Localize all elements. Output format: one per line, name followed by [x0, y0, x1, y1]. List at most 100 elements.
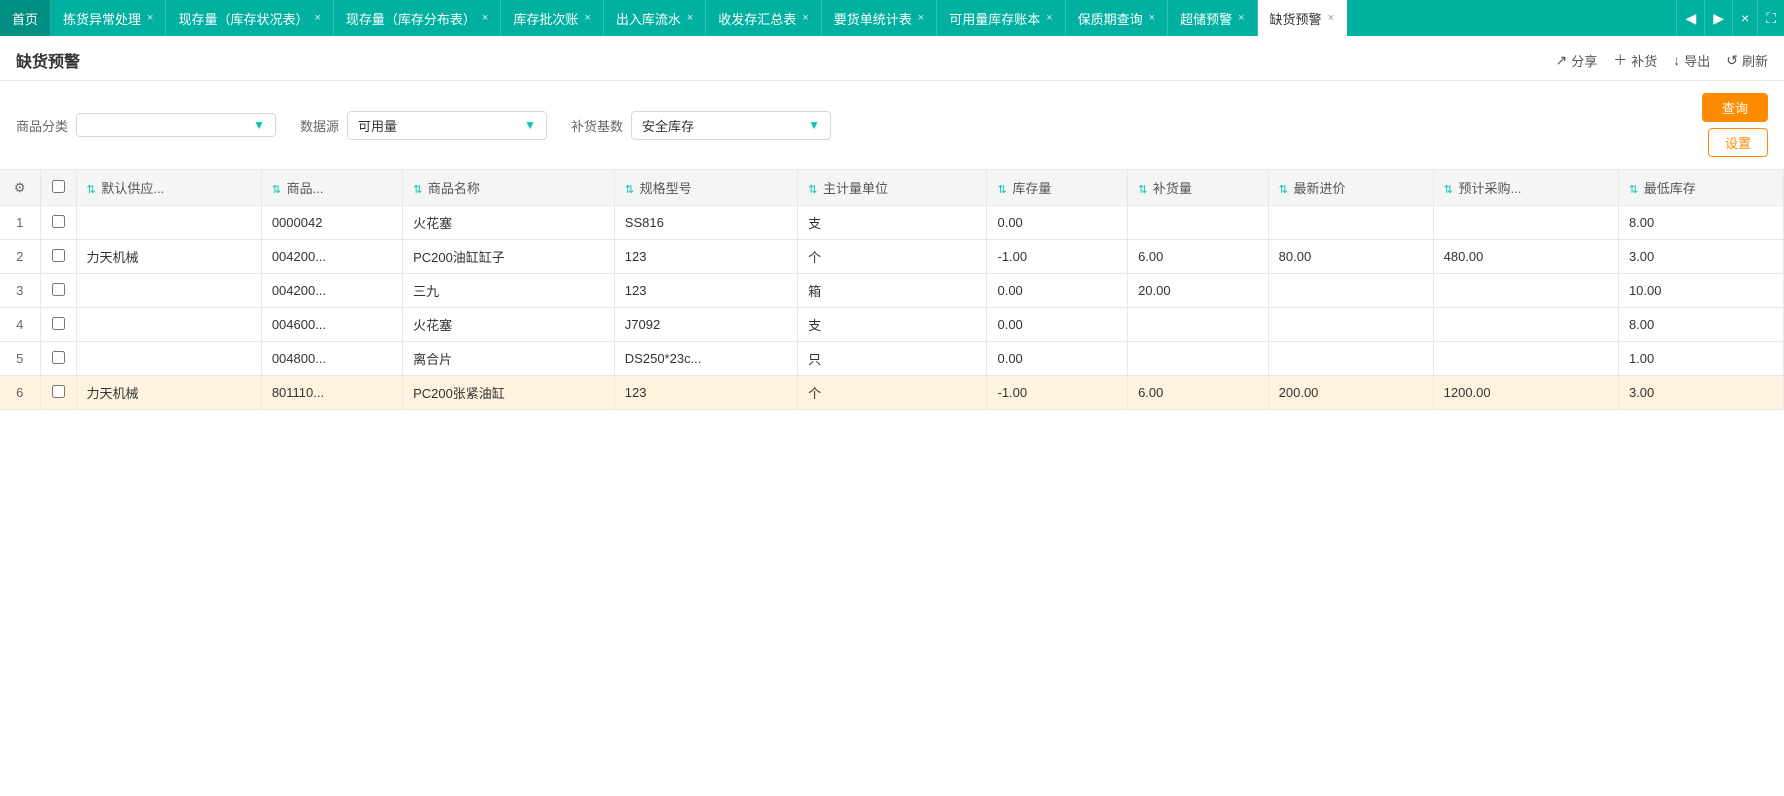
row-name-5: PC200张紧油缸: [403, 376, 615, 410]
col-min-stock[interactable]: ⇅ 最低库存: [1618, 170, 1783, 206]
close-tab-8[interactable]: ×: [1046, 12, 1052, 24]
row-name-1: PC200油缸缸子: [403, 240, 615, 274]
close-tab-5[interactable]: ×: [687, 12, 693, 24]
row-latest-price-0: [1268, 206, 1433, 240]
row-supplier-0: [76, 206, 261, 240]
row-est-purchase-2: [1433, 274, 1618, 308]
tab-close-window[interactable]: ×: [1732, 0, 1757, 36]
col-replenish-qty[interactable]: ⇅ 补货量: [1128, 170, 1269, 206]
filter-group-category: 商品分类 ▼: [16, 113, 276, 137]
tab-expiry-query[interactable]: 保质期查询 ×: [1066, 0, 1168, 36]
filter-select-replenish-basis[interactable]: 安全库存 ▼: [631, 111, 831, 140]
col-est-purchase[interactable]: ⇅ 预计采购...: [1433, 170, 1618, 206]
close-tab-4[interactable]: ×: [584, 12, 590, 24]
close-tab-3[interactable]: ×: [482, 12, 488, 24]
gear-icon[interactable]: ⚙: [14, 180, 26, 195]
row-stock-4: 0.00: [987, 342, 1128, 376]
tab-fullscreen[interactable]: ⛶: [1757, 0, 1784, 36]
table-row[interactable]: 5 004800... 离合片 DS250*23c... 只 0.00 1.00: [0, 342, 1784, 376]
row-stock-2: 0.00: [987, 274, 1128, 308]
replenish-basis-value: 安全库存: [642, 116, 694, 135]
row-unit-4: 只: [798, 342, 987, 376]
row-replenish-qty-1: 6.00: [1128, 240, 1269, 274]
row-supplier-3: [76, 308, 261, 342]
tab-shortage[interactable]: 缺货预警 ×: [1258, 0, 1347, 36]
col-product-code[interactable]: ⇅ 商品...: [261, 170, 402, 206]
filter-group-datasource: 数据源 可用量 ▼: [300, 111, 547, 140]
tab-nav-prev[interactable]: ◀: [1676, 0, 1704, 36]
tab-inventory-status[interactable]: 现存量（库存状况表） ×: [166, 0, 333, 36]
row-supplier-4: [76, 342, 261, 376]
col-latest-price[interactable]: ⇅ 最新进价: [1268, 170, 1433, 206]
row-supplier-5: 力天机械: [76, 376, 261, 410]
query-button[interactable]: 查询: [1702, 93, 1768, 122]
col-stock[interactable]: ⇅ 库存量: [987, 170, 1128, 206]
row-spec-4: DS250*23c...: [614, 342, 797, 376]
filter-select-datasource[interactable]: 可用量 ▼: [347, 111, 547, 140]
tab-defect-handling[interactable]: 拣货异常处理 ×: [51, 0, 166, 36]
row-unit-0: 支: [798, 206, 987, 240]
replenish-button[interactable]: ＋ 补货: [1613, 50, 1657, 70]
filter-label-category: 商品分类: [16, 116, 68, 135]
close-tab-10[interactable]: ×: [1238, 12, 1244, 24]
table-row[interactable]: 4 004600... 火花塞 J7092 支 0.00 8.00: [0, 308, 1784, 342]
tab-bar: 首页 拣货异常处理 × 现存量（库存状况表） × 现存量（库存分布表） × 库存…: [0, 0, 1784, 36]
settings-button[interactable]: 设置: [1708, 128, 1768, 157]
row-checkbox-3[interactable]: [40, 308, 76, 342]
col-spec[interactable]: ⇅ 规格型号: [614, 170, 797, 206]
row-replenish-qty-0: [1128, 206, 1269, 240]
row-spec-3: J7092: [614, 308, 797, 342]
table-row[interactable]: 6 力天机械 801110... PC200张紧油缸 123 个 -1.00 6…: [0, 376, 1784, 410]
table-row[interactable]: 3 004200... 三九 123 箱 0.00 20.00 10.00: [0, 274, 1784, 308]
tab-recv-summary[interactable]: 收发存汇总表 ×: [706, 0, 821, 36]
col-default-supplier[interactable]: ⇅ 默认供应...: [76, 170, 261, 206]
table-row[interactable]: 2 力天机械 004200... PC200油缸缸子 123 个 -1.00 6…: [0, 240, 1784, 274]
row-spec-2: 123: [614, 274, 797, 308]
refresh-button[interactable]: ↺ 刷新: [1726, 51, 1768, 70]
row-checkbox-2[interactable]: [40, 274, 76, 308]
row-code-3: 004600...: [261, 308, 402, 342]
sort-icon-unit: ⇅: [808, 184, 817, 196]
chevron-down-icon-category: ▼: [253, 118, 265, 132]
chevron-down-icon-replenish: ▼: [808, 118, 820, 132]
filter-select-category[interactable]: ▼: [76, 113, 276, 137]
filter-group-replenish-basis: 补货基数 安全库存 ▼: [571, 111, 831, 140]
col-unit[interactable]: ⇅ 主计量单位: [798, 170, 987, 206]
row-unit-1: 个: [798, 240, 987, 274]
close-tab-2[interactable]: ×: [314, 12, 320, 24]
tab-overstock[interactable]: 超储预警 ×: [1168, 0, 1257, 36]
tab-inventory-dist[interactable]: 现存量（库存分布表） ×: [334, 0, 501, 36]
table-row[interactable]: 1 0000042 火花塞 SS816 支 0.00 8.00: [0, 206, 1784, 240]
row-name-3: 火花塞: [403, 308, 615, 342]
row-latest-price-2: [1268, 274, 1433, 308]
sort-icon-name: ⇅: [413, 184, 422, 196]
sort-icon-spec: ⇅: [625, 184, 634, 196]
row-checkbox-1[interactable]: [40, 240, 76, 274]
row-num-3: 4: [0, 308, 40, 342]
tab-home[interactable]: 首页: [0, 0, 51, 36]
export-icon: ↓: [1673, 52, 1680, 68]
data-table: ⚙ ⇅ 默认供应... ⇅ 商品... ⇅ 商品名称: [0, 170, 1784, 410]
col-product-name[interactable]: ⇅ 商品名称: [403, 170, 615, 206]
tab-available-ledger[interactable]: 可用量库存账本 ×: [937, 0, 1065, 36]
row-checkbox-0[interactable]: [40, 206, 76, 240]
tab-inout-flow[interactable]: 出入库流水 ×: [604, 0, 706, 36]
select-all-checkbox[interactable]: [52, 180, 65, 193]
row-checkbox-4[interactable]: [40, 342, 76, 376]
filter-area: 商品分类 ▼ 数据源 可用量 ▼ 补货基数 安全库存 ▼ 查询 设置: [0, 81, 1784, 170]
row-num-5: 6: [0, 376, 40, 410]
close-tab-11[interactable]: ×: [1328, 12, 1334, 24]
row-min-stock-3: 8.00: [1618, 308, 1783, 342]
row-checkbox-5[interactable]: [40, 376, 76, 410]
tab-batch-account[interactable]: 库存批次账 ×: [501, 0, 603, 36]
close-tab-6[interactable]: ×: [802, 12, 808, 24]
share-button[interactable]: ↗ 分享: [1555, 51, 1597, 70]
close-tab-7[interactable]: ×: [918, 12, 924, 24]
tab-nav-next[interactable]: ▶: [1704, 0, 1732, 36]
tab-order-stat[interactable]: 要货单统计表 ×: [822, 0, 937, 36]
col-settings[interactable]: ⚙: [0, 170, 40, 206]
close-tab-9[interactable]: ×: [1149, 12, 1155, 24]
close-tab-1[interactable]: ×: [147, 12, 153, 24]
export-button[interactable]: ↓ 导出: [1673, 51, 1710, 70]
row-stock-1: -1.00: [987, 240, 1128, 274]
